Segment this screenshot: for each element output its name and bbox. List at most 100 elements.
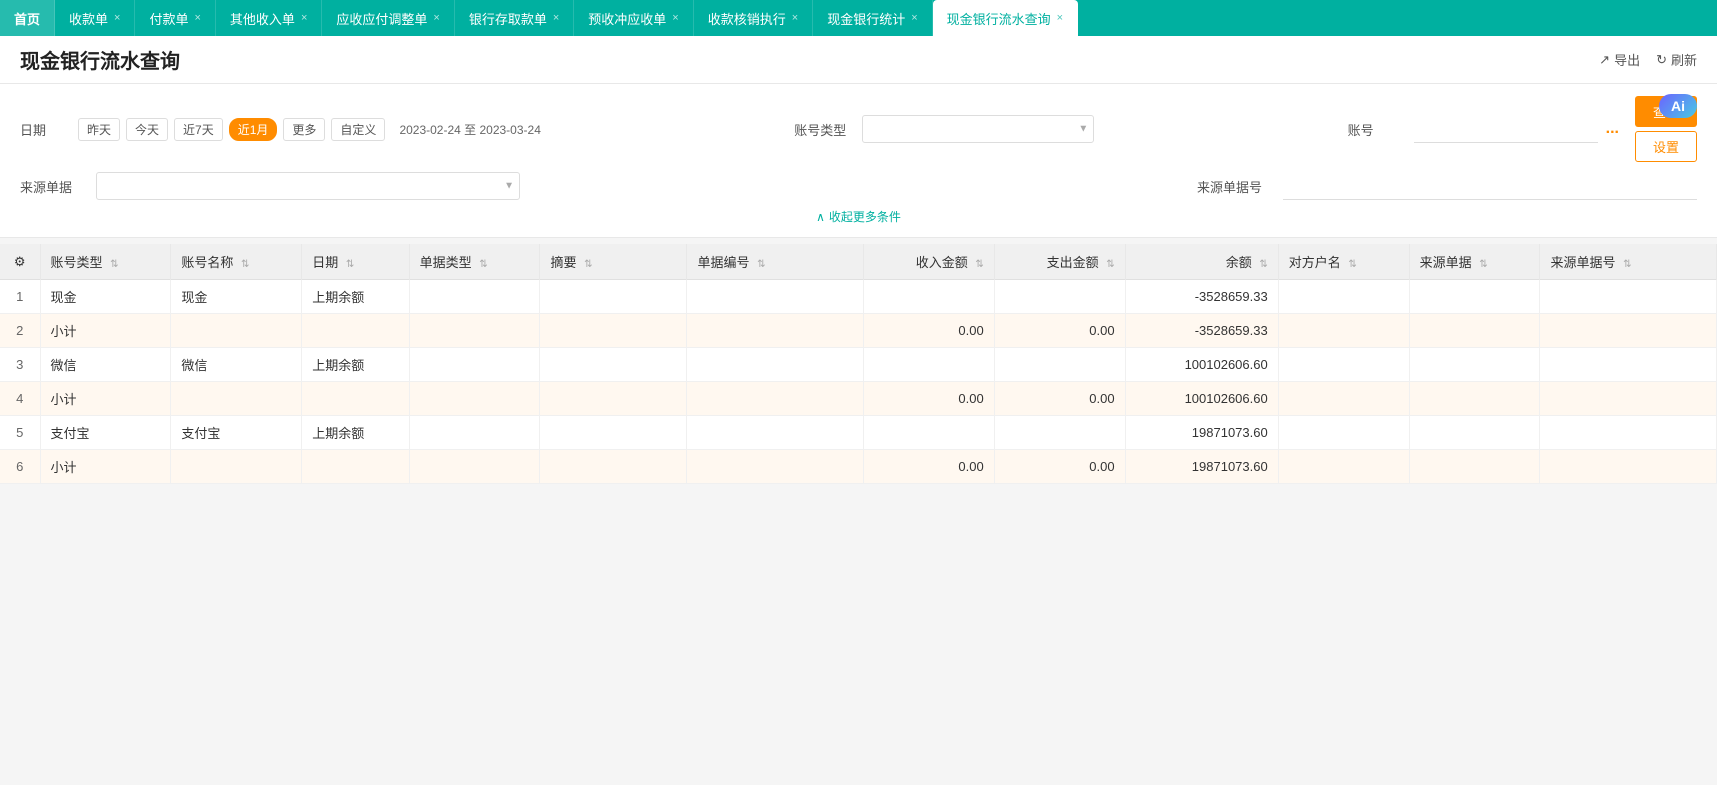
col-date[interactable]: 日期 ⇅ xyxy=(302,244,409,280)
close-bank-deposit-icon[interactable]: × xyxy=(553,12,559,24)
cell-account_name: 现金 xyxy=(171,280,302,314)
col-doc-type[interactable]: 单据类型 ⇅ xyxy=(409,244,540,280)
nav-payment[interactable]: 付款单 × xyxy=(135,0,215,36)
cell-income: 0.00 xyxy=(863,382,994,416)
top-nav: 首页 收款单 × 付款单 × 其他收入单 × 应收应付调整单 × 银行存取款单 … xyxy=(0,0,1717,36)
cell-doc_no xyxy=(687,348,863,382)
col-counterpart[interactable]: 对方户名 ⇅ xyxy=(1278,244,1409,280)
source-doc-label: 来源单据 xyxy=(20,177,80,196)
refresh-button[interactable]: ↻ 刷新 xyxy=(1656,50,1697,69)
cell-source_doc xyxy=(1409,314,1540,348)
date-yesterday-btn[interactable]: 昨天 xyxy=(78,118,120,141)
cell-summary xyxy=(540,450,687,484)
source-doc-no-label: 来源单据号 xyxy=(1197,177,1267,196)
filter-row-2: 来源单据 ▼ 来源单据号 xyxy=(20,172,1697,200)
cell-account_type: 小计 xyxy=(40,314,171,348)
cell-account_type: 小计 xyxy=(40,450,171,484)
nav-home[interactable]: 首页 xyxy=(0,0,55,36)
source-doc-select[interactable] xyxy=(96,172,520,200)
cell-balance: 19871073.60 xyxy=(1125,450,1278,484)
cell-source_doc xyxy=(1409,416,1540,450)
setting-button[interactable]: 设置 xyxy=(1635,131,1697,162)
date-range-display: 2023-02-24 至 2023-03-24 xyxy=(399,121,540,138)
cell-counterpart xyxy=(1278,382,1409,416)
sort-balance-icon: ⇅ xyxy=(1259,259,1267,270)
cell-summary xyxy=(540,348,687,382)
sort-doc-no-icon: ⇅ xyxy=(757,259,765,270)
account-type-label: 账号类型 xyxy=(794,120,846,139)
date-today-btn[interactable]: 今天 xyxy=(126,118,168,141)
sort-source-doc-no-icon: ⇅ xyxy=(1623,259,1631,270)
cell-doc_no xyxy=(687,280,863,314)
col-gear[interactable]: ⚙ xyxy=(0,244,40,280)
page-header: 现金银行流水查询 ↗ 导出 ↻ 刷新 xyxy=(0,36,1717,84)
cell-doc_type xyxy=(409,314,540,348)
cell-doc_no xyxy=(687,416,863,450)
cell-source_doc xyxy=(1409,450,1540,484)
close-receipt-icon[interactable]: × xyxy=(114,12,120,24)
nav-receipt[interactable]: 收款单 × xyxy=(55,0,135,36)
close-payment-icon[interactable]: × xyxy=(194,12,200,24)
close-receipt-verify-icon[interactable]: × xyxy=(792,12,798,24)
collapse-bar[interactable]: ∧ 收起更多条件 xyxy=(20,208,1697,225)
account-dots-btn[interactable]: ... xyxy=(1606,120,1619,138)
cell-balance: -3528659.33 xyxy=(1125,314,1278,348)
nav-ar-ap-adjust[interactable]: 应收应付调整单 × xyxy=(322,0,454,36)
cell-seq: 5 xyxy=(0,416,40,450)
cell-income xyxy=(863,348,994,382)
sort-income-icon: ⇅ xyxy=(975,259,983,270)
date-last7-btn[interactable]: 近7天 xyxy=(174,118,223,141)
account-label: 账号 xyxy=(1348,120,1398,139)
ai-badge[interactable]: Ai xyxy=(1659,94,1697,118)
date-custom-btn[interactable]: 自定义 xyxy=(331,118,385,141)
gear-icon: ⚙ xyxy=(14,254,26,270)
sort-account-name-icon: ⇅ xyxy=(241,259,249,270)
col-account-type[interactable]: 账号类型 ⇅ xyxy=(40,244,171,280)
close-advance-offset-icon[interactable]: × xyxy=(672,12,678,24)
close-cash-bank-flow-icon[interactable]: × xyxy=(1057,12,1063,24)
cell-expense: 0.00 xyxy=(994,314,1125,348)
date-more-btn[interactable]: 更多 xyxy=(283,118,325,141)
source-doc-no-input[interactable] xyxy=(1283,172,1697,200)
cell-account_name: 微信 xyxy=(171,348,302,382)
cell-income xyxy=(863,280,994,314)
close-ar-ap-icon[interactable]: × xyxy=(433,12,439,24)
account-type-select[interactable] xyxy=(862,115,1094,143)
nav-advance-offset[interactable]: 预收冲应收单 × xyxy=(574,0,693,36)
col-source-doc[interactable]: 来源单据 ⇅ xyxy=(1409,244,1540,280)
table-body: 1现金现金上期余额-3528659.332小计0.000.00-3528659.… xyxy=(0,280,1717,484)
cell-balance: 100102606.60 xyxy=(1125,348,1278,382)
export-icon: ↗ xyxy=(1599,52,1610,68)
refresh-icon: ↻ xyxy=(1656,52,1667,68)
cell-seq: 6 xyxy=(0,450,40,484)
close-cash-bank-stat-icon[interactable]: × xyxy=(911,12,917,24)
sort-account-type-icon: ⇅ xyxy=(110,259,118,270)
col-source-doc-no[interactable]: 来源单据号 ⇅ xyxy=(1540,244,1717,280)
nav-other-income[interactable]: 其他收入单 × xyxy=(216,0,322,36)
header-actions: ↗ 导出 ↻ 刷新 xyxy=(1599,50,1697,69)
cell-account_type: 小计 xyxy=(40,382,171,416)
nav-receipt-verify[interactable]: 收款核销执行 × xyxy=(694,0,813,36)
col-doc-no[interactable]: 单据编号 ⇅ xyxy=(687,244,863,280)
cell-balance: -3528659.33 xyxy=(1125,280,1278,314)
cell-income: 0.00 xyxy=(863,450,994,484)
date-last1m-btn[interactable]: 近1月 xyxy=(229,118,278,141)
account-input[interactable] xyxy=(1414,115,1598,143)
cell-expense xyxy=(994,348,1125,382)
cell-counterpart xyxy=(1278,280,1409,314)
col-balance[interactable]: 余额 ⇅ xyxy=(1125,244,1278,280)
nav-cash-bank-flow[interactable]: 现金银行流水查询 × xyxy=(933,0,1078,36)
export-button[interactable]: ↗ 导出 xyxy=(1599,50,1640,69)
col-account-name[interactable]: 账号名称 ⇅ xyxy=(171,244,302,280)
nav-bank-deposit[interactable]: 银行存取款单 × xyxy=(455,0,574,36)
col-income[interactable]: 收入金额 ⇅ xyxy=(863,244,994,280)
cell-date xyxy=(302,450,409,484)
cell-balance: 100102606.60 xyxy=(1125,382,1278,416)
sort-expense-icon: ⇅ xyxy=(1106,259,1114,270)
col-expense[interactable]: 支出金额 ⇅ xyxy=(994,244,1125,280)
table-row: 5支付宝支付宝上期余额19871073.60 xyxy=(0,416,1717,450)
nav-cash-bank-stat[interactable]: 现金银行统计 × xyxy=(813,0,932,36)
close-other-income-icon[interactable]: × xyxy=(301,12,307,24)
col-summary[interactable]: 摘要 ⇅ xyxy=(540,244,687,280)
cell-source_doc xyxy=(1409,382,1540,416)
